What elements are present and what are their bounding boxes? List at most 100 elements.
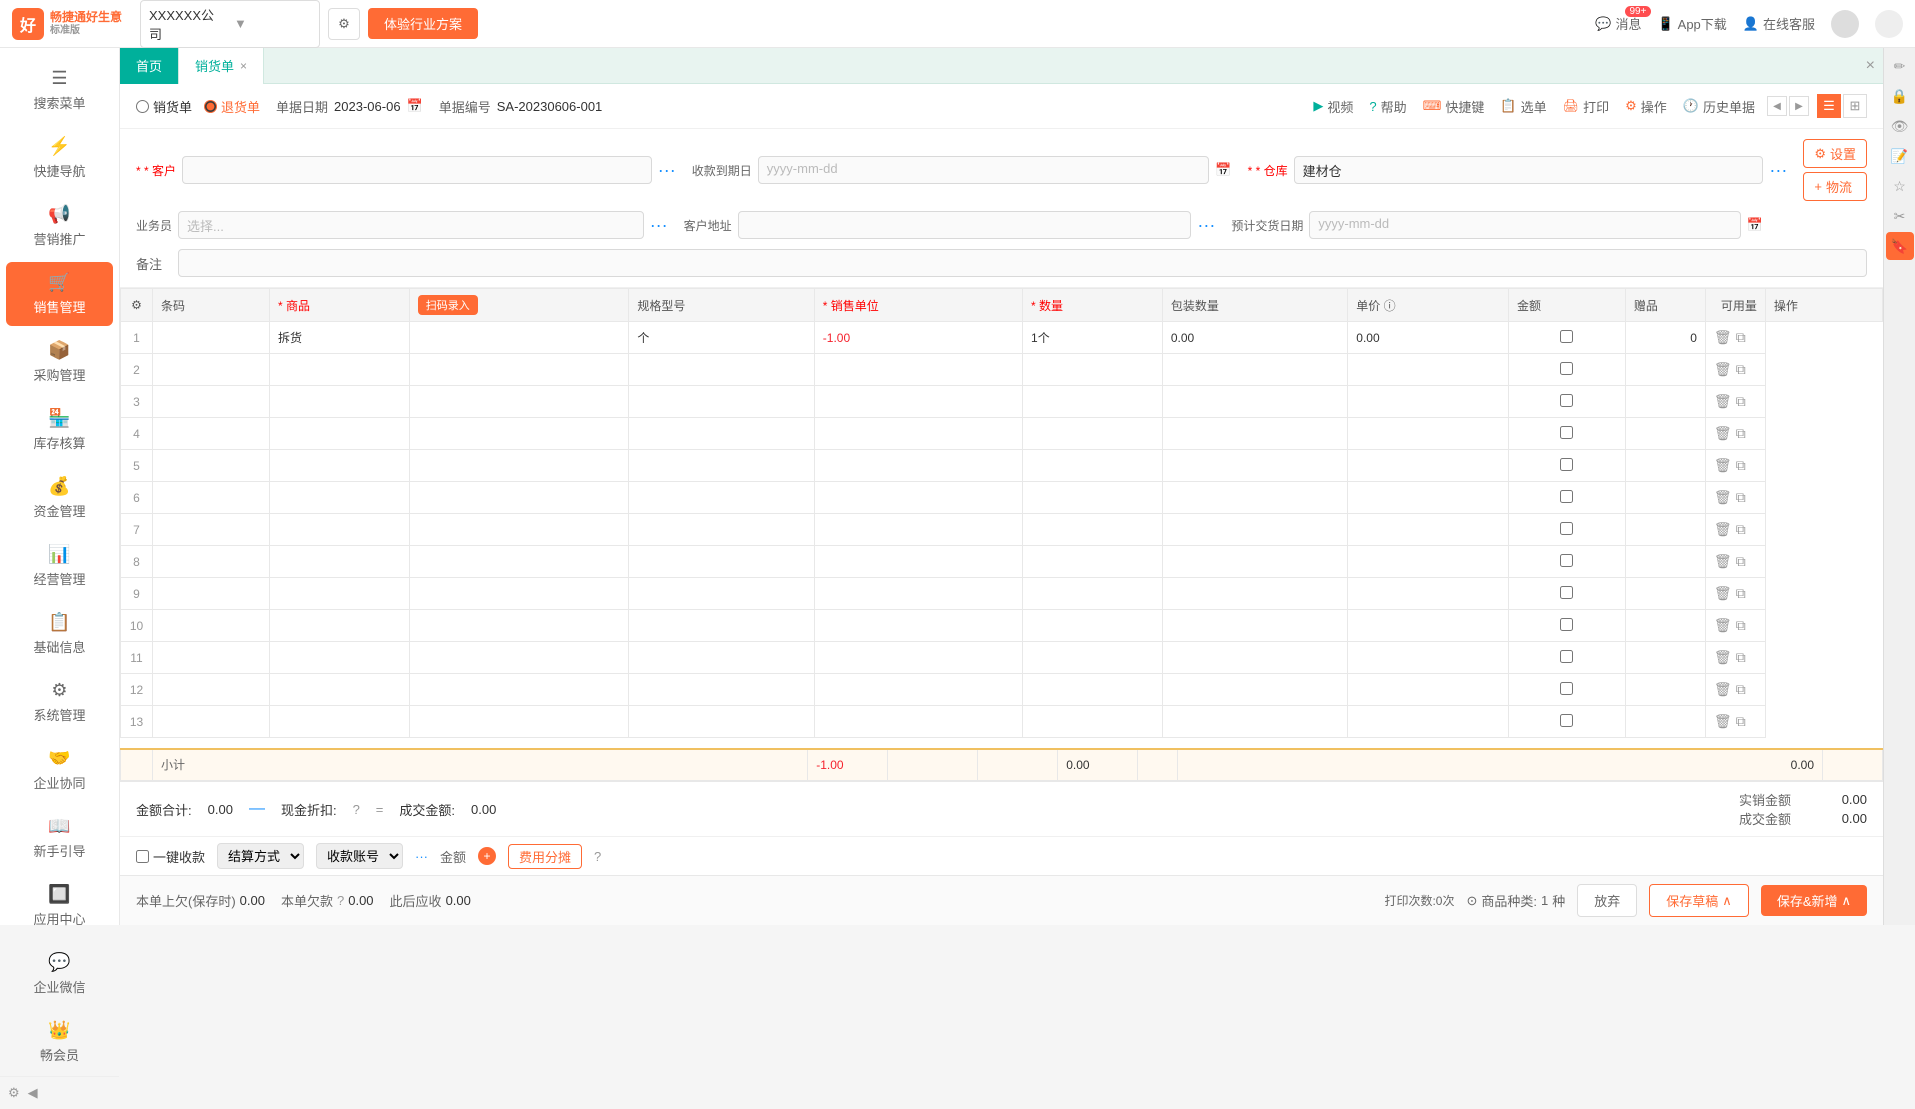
row-copy-icon-2[interactable]: ⧉ bbox=[1736, 361, 1746, 378]
row-amount-2[interactable] bbox=[1348, 354, 1509, 386]
row-price-4[interactable] bbox=[1162, 418, 1347, 450]
online-service-button[interactable]: 👤 在线客服 bbox=[1743, 14, 1815, 33]
th-scan[interactable]: 扫码录入 bbox=[409, 289, 629, 322]
row-delete-icon-13[interactable]: 🗑 bbox=[1714, 713, 1732, 730]
row-amount-11[interactable] bbox=[1348, 642, 1509, 674]
right-panel-edit-button[interactable]: ✏ bbox=[1886, 52, 1914, 80]
row-spec-6[interactable] bbox=[409, 482, 629, 514]
row-price-7[interactable] bbox=[1162, 514, 1347, 546]
row-gift-12[interactable] bbox=[1508, 674, 1625, 706]
sidebar-item-collaboration[interactable]: 🤝 企业协同 bbox=[6, 738, 113, 802]
app-download-button[interactable]: 📱 App下载 bbox=[1657, 14, 1726, 33]
row-delete-icon-2[interactable]: 🗑 bbox=[1714, 361, 1732, 378]
list-view-button[interactable]: ☰ bbox=[1817, 94, 1841, 118]
calendar-icon[interactable]: 📅 bbox=[407, 98, 423, 114]
row-product-11[interactable] bbox=[269, 642, 409, 674]
sidebar-item-member[interactable]: 👑 畅会员 bbox=[6, 1010, 113, 1074]
row-unit-9[interactable] bbox=[629, 578, 814, 610]
row-unit-12[interactable] bbox=[629, 674, 814, 706]
row-amount-9[interactable] bbox=[1348, 578, 1509, 610]
row-barcode-5[interactable] bbox=[153, 450, 270, 482]
logistics-button[interactable]: + 物流 bbox=[1803, 172, 1867, 201]
note-input[interactable] bbox=[178, 249, 1867, 277]
row-delete-icon-1[interactable]: 🗑 bbox=[1714, 329, 1732, 346]
row-gift-3[interactable] bbox=[1508, 386, 1625, 418]
row-spec-1[interactable] bbox=[409, 322, 629, 354]
sidebar-item-apps[interactable]: 🔲 应用中心 bbox=[6, 874, 113, 938]
row-qty-8[interactable] bbox=[814, 546, 1022, 578]
row-price-12[interactable] bbox=[1162, 674, 1347, 706]
prev-arrow[interactable]: ◀ bbox=[1767, 96, 1787, 116]
row-qty-9[interactable] bbox=[814, 578, 1022, 610]
row-barcode-1[interactable] bbox=[153, 322, 270, 354]
warehouse-dots-button[interactable]: ··· bbox=[1769, 161, 1787, 179]
row-product-1[interactable]: 拆货 bbox=[269, 322, 409, 354]
row-product-5[interactable] bbox=[269, 450, 409, 482]
row-price-2[interactable] bbox=[1162, 354, 1347, 386]
radio-sales-input[interactable] bbox=[136, 100, 149, 113]
row-product-12[interactable] bbox=[269, 674, 409, 706]
row-price-8[interactable] bbox=[1162, 546, 1347, 578]
row-pkg-qty-3[interactable] bbox=[1023, 386, 1163, 418]
print-button[interactable]: 🖨 打印 bbox=[1559, 95, 1614, 118]
row-pkg-qty-10[interactable] bbox=[1023, 610, 1163, 642]
sidebar-item-operation[interactable]: 📊 经营管理 bbox=[6, 534, 113, 598]
row-copy-icon-7[interactable]: ⧉ bbox=[1736, 521, 1746, 538]
row-spec-13[interactable] bbox=[409, 706, 629, 738]
radio-return-order[interactable]: 退货单 bbox=[204, 97, 260, 116]
row-amount-7[interactable] bbox=[1348, 514, 1509, 546]
row-unit-11[interactable] bbox=[629, 642, 814, 674]
row-delete-icon-7[interactable]: 🗑 bbox=[1714, 521, 1732, 538]
row-price-9[interactable] bbox=[1162, 578, 1347, 610]
gift-checkbox-10[interactable] bbox=[1560, 618, 1573, 631]
row-barcode-8[interactable] bbox=[153, 546, 270, 578]
salesperson-input[interactable]: 选择... bbox=[178, 211, 644, 239]
settle-method-select[interactable]: 结算方式 bbox=[217, 843, 304, 869]
row-qty-5[interactable] bbox=[814, 450, 1022, 482]
add-payment-button[interactable]: + bbox=[478, 847, 496, 865]
gift-checkbox-12[interactable] bbox=[1560, 682, 1573, 695]
row-gift-4[interactable] bbox=[1508, 418, 1625, 450]
row-qty-10[interactable] bbox=[814, 610, 1022, 642]
row-pkg-qty-9[interactable] bbox=[1023, 578, 1163, 610]
operation-button[interactable]: ⚙ 操作 bbox=[1621, 95, 1671, 118]
row-pkg-qty-13[interactable] bbox=[1023, 706, 1163, 738]
row-unit-10[interactable] bbox=[629, 610, 814, 642]
row-product-2[interactable] bbox=[269, 354, 409, 386]
sidebar-item-sales[interactable]: 🛒 销售管理 bbox=[6, 262, 113, 326]
expected-date-input[interactable]: yyyy-mm-dd bbox=[1309, 211, 1740, 239]
row-gift-1[interactable] bbox=[1508, 322, 1625, 354]
sidebar-settings-button[interactable]: ⚙ bbox=[8, 1085, 20, 1101]
overdue-help-icon[interactable]: ? bbox=[337, 893, 344, 908]
row-amount-5[interactable] bbox=[1348, 450, 1509, 482]
row-barcode-13[interactable] bbox=[153, 706, 270, 738]
row-gift-7[interactable] bbox=[1508, 514, 1625, 546]
row-qty-11[interactable] bbox=[814, 642, 1022, 674]
user-avatar2[interactable] bbox=[1875, 10, 1903, 38]
row-product-6[interactable] bbox=[269, 482, 409, 514]
row-spec-2[interactable] bbox=[409, 354, 629, 386]
row-spec-4[interactable] bbox=[409, 418, 629, 450]
row-product-9[interactable] bbox=[269, 578, 409, 610]
row-pkg-qty-1[interactable]: 1个 bbox=[1023, 322, 1163, 354]
row-gift-9[interactable] bbox=[1508, 578, 1625, 610]
settle-account-select[interactable]: 收款账号 bbox=[316, 843, 403, 869]
row-amount-12[interactable] bbox=[1348, 674, 1509, 706]
row-delete-icon-6[interactable]: 🗑 bbox=[1714, 489, 1732, 506]
row-unit-2[interactable] bbox=[629, 354, 814, 386]
row-gift-10[interactable] bbox=[1508, 610, 1625, 642]
row-pkg-qty-8[interactable] bbox=[1023, 546, 1163, 578]
right-panel-cut-button[interactable]: ✂ bbox=[1886, 202, 1914, 230]
row-spec-10[interactable] bbox=[409, 610, 629, 642]
row-amount-4[interactable] bbox=[1348, 418, 1509, 450]
company-selector[interactable]: XXXXXX公司 ▼ bbox=[140, 0, 320, 48]
row-price-10[interactable] bbox=[1162, 610, 1347, 642]
row-price-13[interactable] bbox=[1162, 706, 1347, 738]
row-barcode-7[interactable] bbox=[153, 514, 270, 546]
row-unit-1[interactable]: 个 bbox=[629, 322, 814, 354]
row-pkg-qty-12[interactable] bbox=[1023, 674, 1163, 706]
row-copy-icon-13[interactable]: ⧉ bbox=[1736, 713, 1746, 730]
row-spec-5[interactable] bbox=[409, 450, 629, 482]
row-barcode-9[interactable] bbox=[153, 578, 270, 610]
right-panel-note-button[interactable]: 📝 bbox=[1886, 142, 1914, 170]
